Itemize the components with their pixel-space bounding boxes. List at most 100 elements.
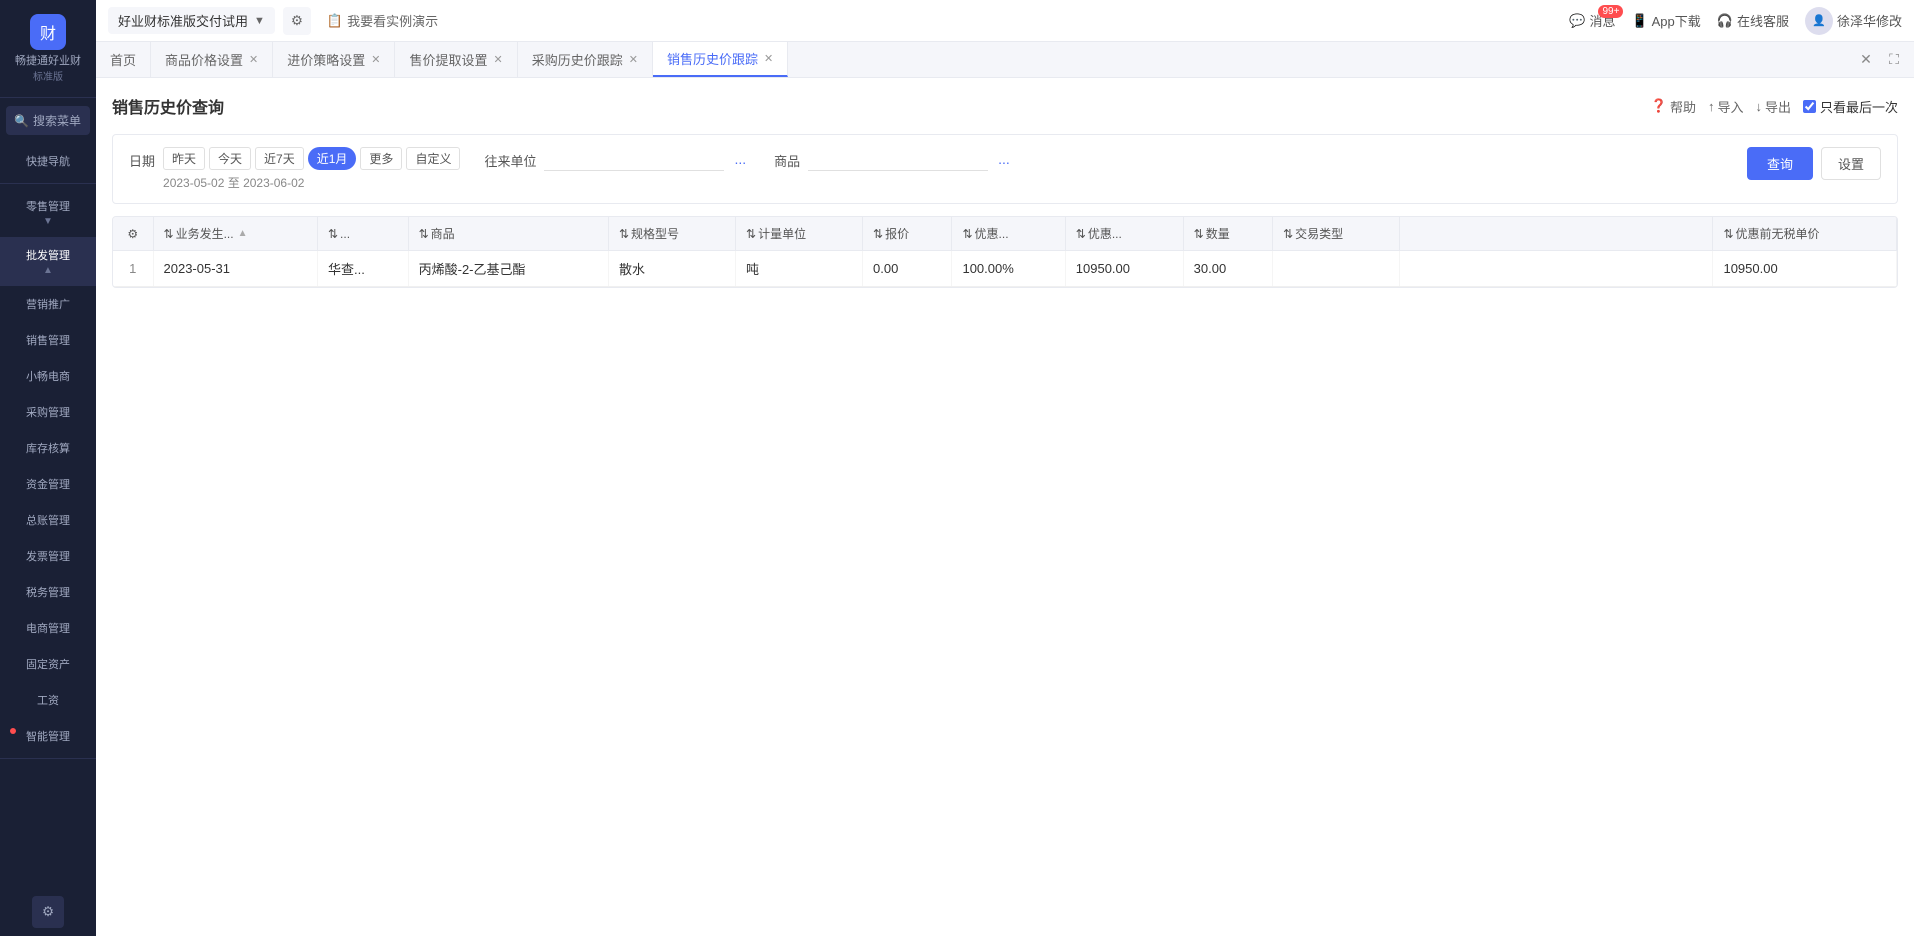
online-service-button[interactable]: 🎧 在线客服 xyxy=(1717,11,1789,30)
th-spec[interactable]: ⇅ 规格型号 xyxy=(608,217,735,251)
sort-asc-icon: ▲ xyxy=(238,228,248,239)
date-btn-1month[interactable]: 近1月 xyxy=(308,147,357,170)
th-discount-amt[interactable]: ⇅ 优惠... xyxy=(1065,217,1183,251)
sidebar-item-salary[interactable]: 工资 xyxy=(0,682,96,718)
tab-product-price[interactable]: 商品价格设置 ✕ xyxy=(151,42,273,77)
date-buttons: 昨天 今天 近7天 近1月 更多 自定义 xyxy=(163,147,460,170)
tab-purchase-history-label: 采购历史价跟踪 xyxy=(532,50,623,69)
search-menu-label: 搜索菜单 xyxy=(33,112,81,129)
cell-extra: 华查... xyxy=(317,251,408,287)
sidebar-item-ledger[interactable]: 总账管理 xyxy=(0,502,96,538)
filter-bar: 日期 昨天 今天 近7天 近1月 更多 自定义 2023-05-02 至 202… xyxy=(112,134,1898,204)
sidebar-item-assets[interactable]: 固定资产 xyxy=(0,646,96,682)
sidebar-item-sales[interactable]: 销售管理 xyxy=(0,322,96,358)
source-filter-label: 往来单位 xyxy=(484,147,536,170)
date-btn-custom[interactable]: 自定义 xyxy=(406,147,460,170)
query-button[interactable]: 查询 xyxy=(1747,147,1813,180)
last-only-label[interactable]: 只看最后一次 xyxy=(1803,97,1898,116)
sidebar-item-tax[interactable]: 税务管理 xyxy=(0,574,96,610)
search-menu-button[interactable]: 🔍 搜索菜单 xyxy=(6,106,90,135)
export-link[interactable]: ↓ 导出 xyxy=(1755,97,1791,116)
sidebar-item-invoice[interactable]: 发票管理 xyxy=(0,538,96,574)
sidebar-item-marketing[interactable]: 营销推广 xyxy=(0,286,96,322)
product-filter-label: 商品 xyxy=(774,147,800,170)
date-btn-today[interactable]: 今天 xyxy=(209,147,251,170)
th-business-date[interactable]: ⇅ 业务发生... ▲ xyxy=(153,217,317,251)
tab-home[interactable]: 首页 xyxy=(96,42,151,77)
last-only-checkbox[interactable] xyxy=(1803,100,1816,113)
app-download-button[interactable]: 📱 App下载 xyxy=(1631,11,1700,30)
date-btn-7days[interactable]: 近7天 xyxy=(255,147,304,170)
search-icon: 🔍 xyxy=(14,114,29,128)
source-dots[interactable]: ... xyxy=(730,149,750,169)
sidebar-search[interactable]: 🔍 搜索菜单 xyxy=(0,98,96,143)
table-row: 1 2023-05-31 华查... 丙烯酸-2-乙基己酯 散水 吨 0.00 … xyxy=(113,251,1897,287)
workspace-selector[interactable]: 好业财标准版交付试用 ▼ xyxy=(108,7,275,34)
date-filter-label: 日期 xyxy=(129,147,155,170)
th-quantity[interactable]: ⇅ 数量 xyxy=(1183,217,1272,251)
sidebar-item-ecommerce[interactable]: 电商管理 xyxy=(0,610,96,646)
headset-icon: 🎧 xyxy=(1717,13,1733,29)
th-extra[interactable]: ⇅ ... xyxy=(317,217,408,251)
sidebar-item-inventory[interactable]: 库存核算 xyxy=(0,430,96,466)
message-button[interactable]: 💬 消息 99+ xyxy=(1569,11,1615,30)
product-input[interactable] xyxy=(808,147,988,171)
sidebar-item-quick-nav[interactable]: 快捷导航 xyxy=(0,143,96,179)
user-menu[interactable]: 👤 徐泽华修改 xyxy=(1805,7,1902,35)
th-product[interactable]: ⇅ 商品 xyxy=(408,217,608,251)
sort-icon: ⇅ xyxy=(962,227,972,241)
date-btn-yesterday[interactable]: 昨天 xyxy=(163,147,205,170)
sidebar-item-wholesale[interactable]: 批发管理 ▲ xyxy=(0,237,96,286)
date-btn-more[interactable]: 更多 xyxy=(360,147,402,170)
sort-icon: ⇅ xyxy=(164,227,174,241)
last-only-text: 只看最后一次 xyxy=(1820,97,1898,116)
sidebar-item-finance[interactable]: 资金管理 xyxy=(0,466,96,502)
close-icon[interactable]: ✕ xyxy=(494,53,503,66)
page-header: 销售历史价查询 ❓ 帮助 ↑ 导入 ↓ 导出 只看最后一次 xyxy=(112,94,1898,118)
sidebar-divider xyxy=(0,183,96,184)
source-input[interactable] xyxy=(544,147,724,171)
demo-link[interactable]: 📋 我要看实例演示 xyxy=(327,11,438,30)
close-icon[interactable]: ✕ xyxy=(249,53,258,66)
import-link[interactable]: ↑ 导入 xyxy=(1708,97,1744,116)
th-pre-tax-price[interactable]: ⇅ 优惠前无税单价 xyxy=(1713,217,1897,251)
sidebar-item-ai[interactable]: 智能管理 xyxy=(0,718,96,754)
table-settings-button[interactable]: 设置 xyxy=(1821,147,1881,180)
product-filter-group: 商品 ... xyxy=(774,147,1014,171)
close-icon[interactable]: ✕ xyxy=(371,53,380,66)
tab-home-label: 首页 xyxy=(110,50,136,69)
th-trade-type[interactable]: ⇅ 交易类型 xyxy=(1273,217,1400,251)
help-link[interactable]: ❓ 帮助 xyxy=(1651,97,1696,116)
close-tab-button[interactable]: ✕ xyxy=(1854,48,1878,72)
product-dots[interactable]: ... xyxy=(994,149,1014,169)
maximize-tab-button[interactable]: ⛶ xyxy=(1882,48,1906,72)
import-label: 导入 xyxy=(1717,97,1743,116)
date-options: 昨天 今天 近7天 近1月 更多 自定义 2023-05-02 至 2023-0… xyxy=(163,147,460,191)
page-actions: ❓ 帮助 ↑ 导入 ↓ 导出 只看最后一次 xyxy=(1651,97,1898,116)
table-header-row: ⚙ ⇅ 业务发生... ▲ ⇅ ... xyxy=(113,217,1897,251)
sidebar-item-ecommerce-small[interactable]: 小畅电商 xyxy=(0,358,96,394)
workspace-gear-button[interactable]: ⚙ xyxy=(283,7,311,35)
sort-icon: ⇅ xyxy=(1076,227,1086,241)
tab-purchase-history[interactable]: 采购历史价跟踪 ✕ xyxy=(518,42,653,77)
th-unit[interactable]: ⇅ 计量单位 xyxy=(736,217,863,251)
cell-spacer xyxy=(1400,251,1713,287)
close-icon[interactable]: ✕ xyxy=(629,53,638,66)
th-discount-pct[interactable]: ⇅ 优惠... xyxy=(952,217,1065,251)
help-icon: ❓ xyxy=(1651,98,1667,114)
cell-index: 1 xyxy=(113,251,153,287)
sidebar-item-retail[interactable]: 零售管理 ▼ xyxy=(0,188,96,237)
th-gear: ⚙ xyxy=(113,217,153,251)
tab-sale-price[interactable]: 售价提取设置 ✕ xyxy=(395,42,517,77)
sidebar-item-purchase[interactable]: 采购管理 xyxy=(0,394,96,430)
tab-sales-history[interactable]: 销售历史价跟踪 ✕ xyxy=(653,42,788,77)
tab-purchase-strategy[interactable]: 进价策略设置 ✕ xyxy=(273,42,395,77)
cell-quantity: 30.00 xyxy=(1183,251,1272,287)
close-icon[interactable]: ✕ xyxy=(764,52,773,65)
logo-sub: 标准版 xyxy=(33,68,63,83)
gear-icon[interactable]: ⚙ xyxy=(127,227,138,241)
demo-icon: 📋 xyxy=(327,13,343,29)
th-price[interactable]: ⇅ 报价 xyxy=(863,217,952,251)
sidebar-settings-button[interactable]: ⚙ xyxy=(32,896,64,928)
tabs-right: ✕ ⛶ xyxy=(1846,48,1914,72)
